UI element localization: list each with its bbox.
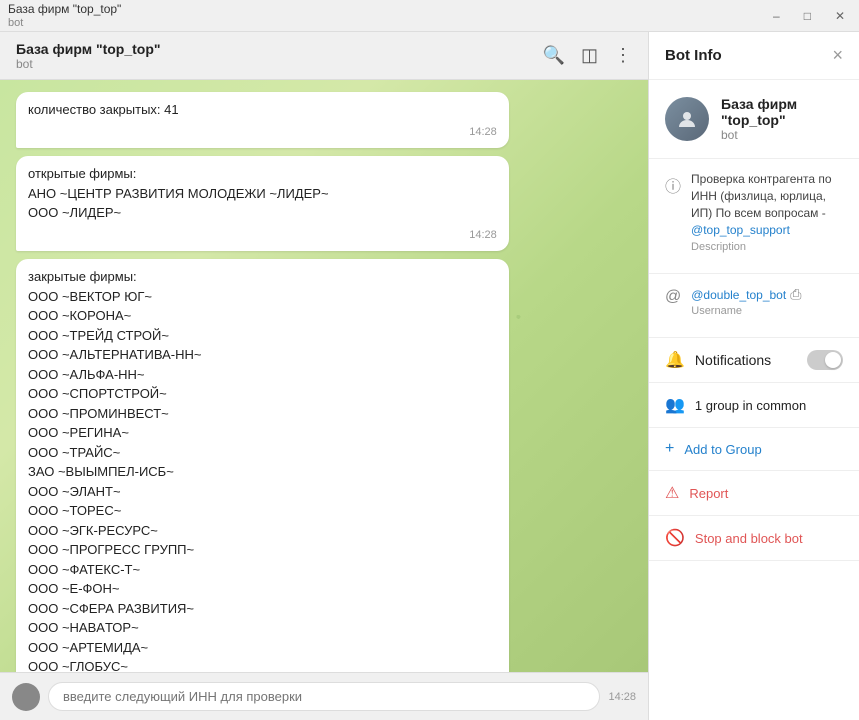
block-icon: 🚫 [665,528,685,548]
bell-icon: 🔔 [665,350,685,370]
bot-description-content: Проверка контрагента по ИНН (физлица, юр… [691,171,843,253]
bot-description-text: Проверка контрагента по ИНН (физлица, юр… [691,171,843,221]
columns-icon[interactable]: ◫ [581,45,598,66]
add-group-icon: + [665,440,674,458]
groups-common-row[interactable]: 👥 1 group in common [649,383,859,428]
message-bubble: открытые фирмы: АНО ~ЦЕНТР РАЗВИТИЯ МОЛО… [16,156,509,251]
notifications-row: 🔔 Notifications [649,338,859,383]
search-icon[interactable]: 🔍 [543,45,565,66]
bot-support-link[interactable]: @top_top_support [691,223,790,237]
bot-info-header: Bot Info × [649,32,859,80]
window-subtitle: bot [8,17,121,29]
username-row: @double_top_bot ⎙ [691,286,843,303]
block-row[interactable]: 🚫 Stop and block bot [649,516,859,561]
chat-sub: bot [16,57,161,71]
toggle-knob [825,352,841,368]
message-time: 14:28 [28,124,497,141]
message-bubble: закрытые фирмы: ООО ~ВЕКТОР ЮГ~ ООО ~КОР… [16,259,509,672]
notifications-label: Notifications [695,352,771,368]
window-controls: – □ ✕ [767,7,851,25]
chat-input-area: 14:28 [0,672,648,720]
message-text: закрытые фирмы: ООО ~ВЕКТОР ЮГ~ ООО ~КОР… [28,267,497,672]
close-panel-btn[interactable]: × [832,45,843,66]
report-row[interactable]: ⚠ Report [649,471,859,516]
close-btn[interactable]: ✕ [829,7,851,25]
message-bubble: количество закрытых: 41 14:28 [16,92,509,148]
window-title: База фирм "top_top" [8,2,121,16]
title-bar: База фирм "top_top" bot – □ ✕ [0,0,859,32]
bot-info-panel: Bot Info × База фирм "top_top" bot ⓘ Про… [649,32,859,720]
message-text: количество закрытых: 41 [28,100,497,120]
message-text: открытые фирмы: АНО ~ЦЕНТР РАЗВИТИЯ МОЛО… [28,164,497,223]
info-icon: ⓘ [665,173,681,197]
bot-avatar [665,97,709,141]
username-label: Username [691,305,843,317]
bot-username-content: @double_top_bot ⎙ Username [691,286,843,317]
input-time: 14:28 [608,691,636,703]
bot-username-section: @ @double_top_bot ⎙ Username [649,274,859,338]
chat-panel: База фирм "top_top" bot 🔍 ◫ ⋮ количество… [0,32,649,720]
report-label: Report [689,486,728,501]
copy-username-btn[interactable]: ⎙ [790,286,801,303]
message-time: 14:28 [28,227,497,244]
notif-left: 🔔 Notifications [665,350,771,370]
bot-username-row: @ @double_top_bot ⎙ Username [665,286,843,317]
bot-description-row: ⓘ Проверка контрагента по ИНН (физлица, … [665,171,843,253]
bot-info-title: Bot Info [665,47,722,64]
chat-name: База фирм "top_top" [16,41,161,57]
bot-username-link[interactable]: @double_top_bot [691,288,786,302]
minimize-btn[interactable]: – [767,7,786,25]
add-to-group-label: Add to Group [684,442,761,457]
description-label: Description [691,241,843,253]
chat-header-actions: 🔍 ◫ ⋮ [543,45,632,66]
chat-messages: количество закрытых: 41 14:28 открытые ф… [0,80,648,672]
more-icon[interactable]: ⋮ [614,45,632,66]
report-icon: ⚠ [665,483,679,503]
user-avatar [12,683,40,711]
bot-type-label: bot [721,128,843,142]
groups-common-label: 1 group in common [695,398,806,413]
group-icon: 👥 [665,395,685,415]
message-input[interactable] [48,682,600,711]
bot-display-name: База фирм "top_top" [721,96,843,128]
maximize-btn[interactable]: □ [798,7,817,25]
chat-header: База фирм "top_top" bot 🔍 ◫ ⋮ [0,32,648,80]
chat-header-info: База фирм "top_top" bot [16,41,161,71]
add-to-group-row[interactable]: + Add to Group [649,428,859,471]
block-label: Stop and block bot [695,531,803,546]
bot-avatar-section: База фирм "top_top" bot [649,80,859,159]
app-container: База фирм "top_top" bot 🔍 ◫ ⋮ количество… [0,32,859,720]
at-icon: @ [665,288,681,306]
bot-description-section: ⓘ Проверка контрагента по ИНН (физлица, … [649,159,859,274]
notifications-toggle[interactable] [807,350,843,370]
bot-name-info: База фирм "top_top" bot [721,96,843,142]
